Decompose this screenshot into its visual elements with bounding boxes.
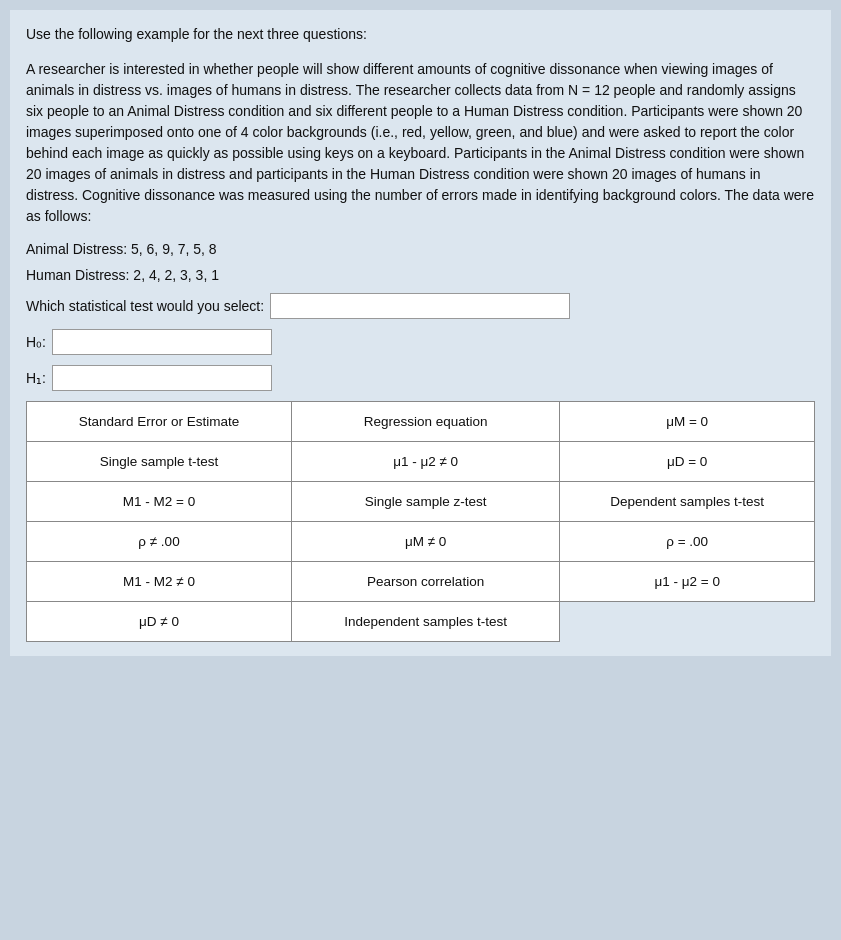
main-container: Use the following example for the next t… bbox=[10, 10, 831, 656]
table-cell[interactable]: ρ = .00 bbox=[560, 522, 815, 562]
h0-input[interactable] bbox=[52, 329, 272, 355]
answer-grid: Standard Error or EstimateRegression equ… bbox=[26, 401, 815, 642]
table-cell[interactable]: Regression equation bbox=[291, 402, 559, 442]
table-row: μD ≠ 0Independent samples t-test bbox=[27, 602, 815, 642]
table-row: Standard Error or EstimateRegression equ… bbox=[27, 402, 815, 442]
table-cell[interactable]: Pearson correlation bbox=[291, 562, 559, 602]
table-cell[interactable]: M1 - M2 = 0 bbox=[27, 482, 292, 522]
table-cell[interactable] bbox=[560, 602, 815, 642]
table-cell[interactable]: μM ≠ 0 bbox=[291, 522, 559, 562]
table-cell[interactable]: μ1 - μ2 = 0 bbox=[560, 562, 815, 602]
table-cell[interactable]: μM = 0 bbox=[560, 402, 815, 442]
intro-line1: Use the following example for the next t… bbox=[26, 24, 815, 45]
h1-row: H₁: bbox=[26, 365, 815, 391]
h0-row: H₀: bbox=[26, 329, 815, 355]
human-distress-label: Human Distress: 2, 4, 2, 3, 3, 1 bbox=[26, 267, 815, 283]
statistical-test-row: Which statistical test would you select: bbox=[26, 293, 815, 319]
table-row: Single sample t-testμ1 - μ2 ≠ 0μD = 0 bbox=[27, 442, 815, 482]
h0-label: H₀: bbox=[26, 334, 46, 350]
h1-input[interactable] bbox=[52, 365, 272, 391]
statistical-test-input[interactable] bbox=[270, 293, 570, 319]
table-cell[interactable]: Independent samples t-test bbox=[291, 602, 559, 642]
table-cell[interactable]: Dependent samples t-test bbox=[560, 482, 815, 522]
table-cell[interactable]: Single sample z-test bbox=[291, 482, 559, 522]
statistical-test-label: Which statistical test would you select: bbox=[26, 298, 264, 314]
table-row: M1 - M2 ≠ 0Pearson correlationμ1 - μ2 = … bbox=[27, 562, 815, 602]
table-cell[interactable]: Standard Error or Estimate bbox=[27, 402, 292, 442]
table-cell[interactable]: M1 - M2 ≠ 0 bbox=[27, 562, 292, 602]
h1-label: H₁: bbox=[26, 370, 46, 386]
animal-distress-label: Animal Distress: 5, 6, 9, 7, 5, 8 bbox=[26, 241, 815, 257]
table-cell[interactable]: Single sample t-test bbox=[27, 442, 292, 482]
table-cell[interactable]: μ1 - μ2 ≠ 0 bbox=[291, 442, 559, 482]
table-row: M1 - M2 = 0Single sample z-testDependent… bbox=[27, 482, 815, 522]
table-cell[interactable]: μD = 0 bbox=[560, 442, 815, 482]
table-cell[interactable]: ρ ≠ .00 bbox=[27, 522, 292, 562]
table-row: ρ ≠ .00μM ≠ 0ρ = .00 bbox=[27, 522, 815, 562]
table-cell[interactable]: μD ≠ 0 bbox=[27, 602, 292, 642]
intro-paragraph: A researcher is interested in whether pe… bbox=[26, 59, 815, 227]
